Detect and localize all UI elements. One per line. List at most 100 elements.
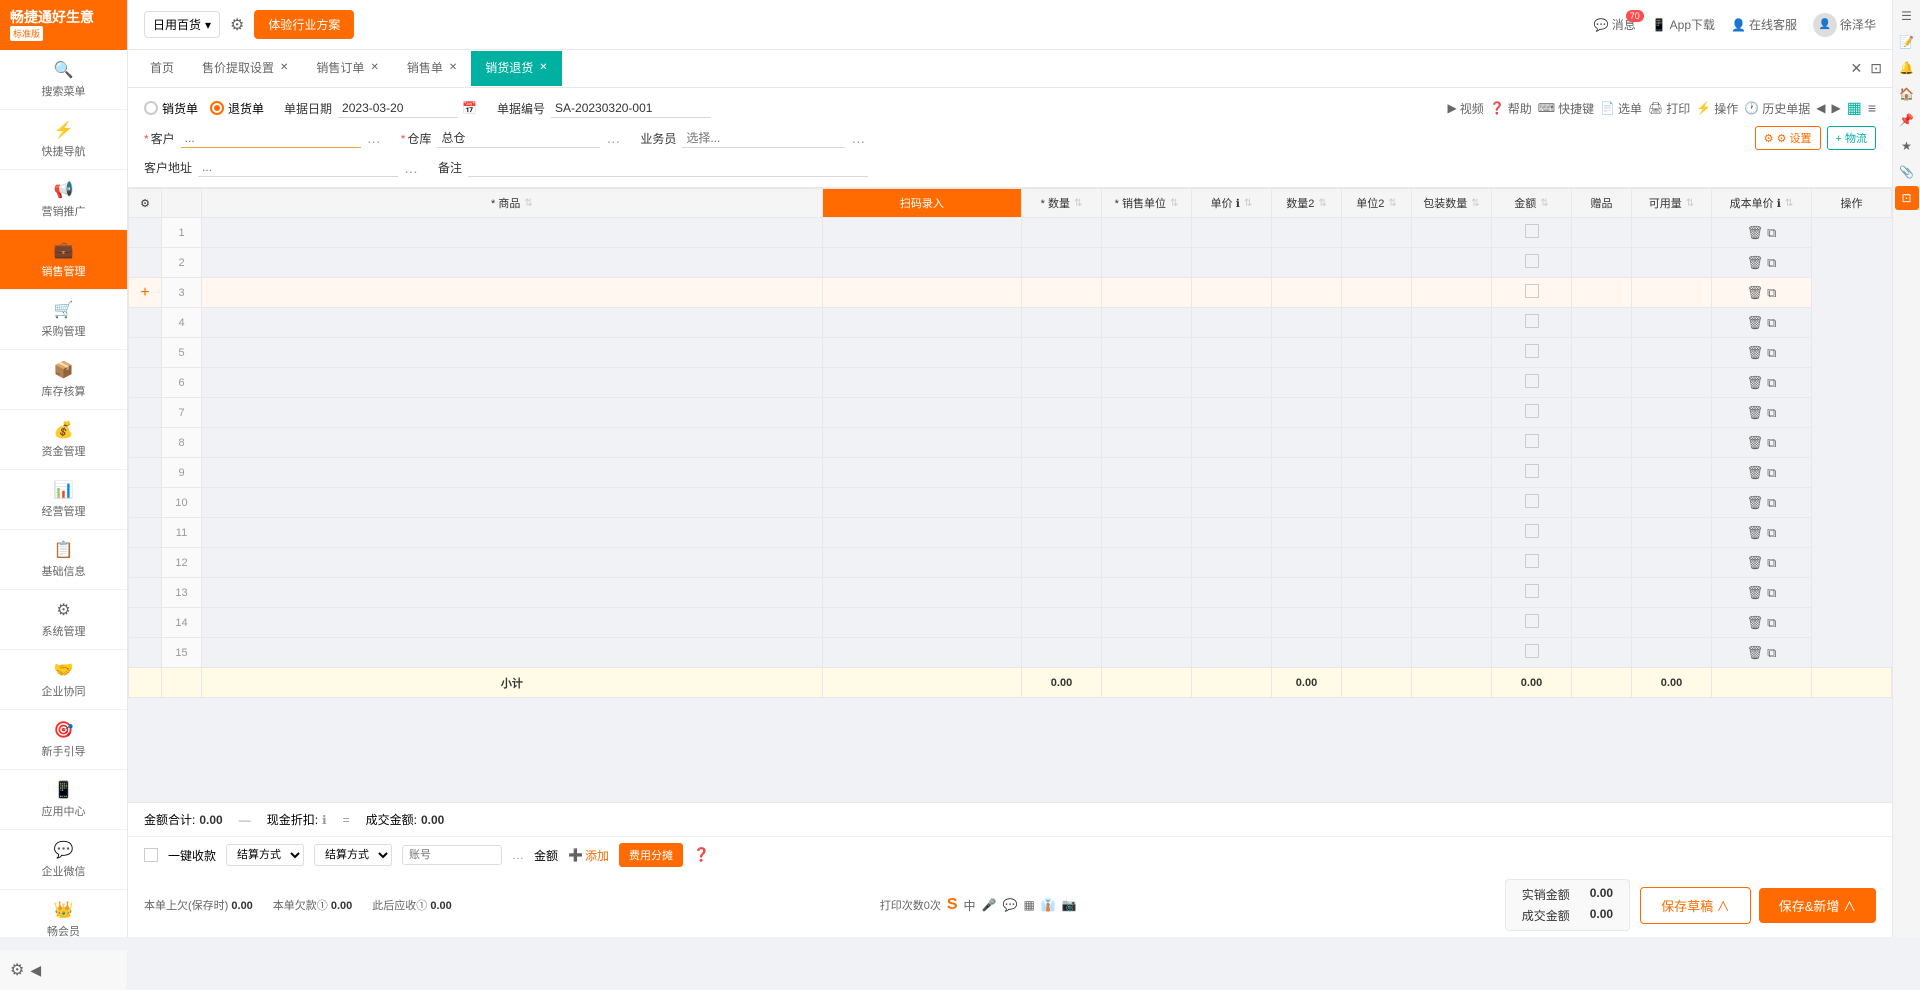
product-cell[interactable] <box>202 428 823 458</box>
unit2-cell[interactable] <box>1272 638 1342 668</box>
price-cell[interactable] <box>1102 518 1192 548</box>
qty-cell[interactable] <box>822 308 1021 338</box>
unit2-cell[interactable] <box>1272 338 1342 368</box>
delete-row-button[interactable]: 🗑 <box>1747 225 1764 241</box>
product-cell[interactable] <box>202 458 823 488</box>
cost-price-cell[interactable] <box>1632 608 1712 638</box>
gift-cell[interactable] <box>1492 458 1572 488</box>
copy-row-button[interactable]: ⧉ <box>1767 345 1776 361</box>
grid-view-icon[interactable]: ▦ <box>1847 98 1862 118</box>
help-button[interactable]: ❓ 帮助 <box>1490 100 1532 117</box>
right-bar-btn-6[interactable]: ★ <box>1895 134 1919 158</box>
cost-price-cell[interactable] <box>1632 338 1712 368</box>
gift-cell[interactable] <box>1492 338 1572 368</box>
sales-unit-cell[interactable] <box>1022 578 1102 608</box>
price-cell[interactable] <box>1102 248 1192 278</box>
gift-cell[interactable] <box>1492 278 1572 308</box>
copy-row-button[interactable]: ⧉ <box>1767 435 1776 451</box>
delete-row-button[interactable]: 🗑 <box>1747 375 1764 391</box>
pack-qty-cell[interactable] <box>1342 518 1412 548</box>
sidebar-item-basic-info[interactable]: 📋 基础信息 <box>0 530 127 590</box>
prev-record-icon[interactable]: ◀ <box>1816 101 1825 115</box>
available-cell[interactable] <box>1572 398 1632 428</box>
print-button[interactable]: 🖨 打印 <box>1648 100 1690 117</box>
unit2-cell[interactable] <box>1272 548 1342 578</box>
pack-qty-cell[interactable] <box>1342 308 1412 338</box>
qty2-cell[interactable] <box>1192 488 1272 518</box>
customer-select-icon[interactable]: … <box>367 130 381 146</box>
qty2-cell[interactable] <box>1192 458 1272 488</box>
gift-checkbox[interactable] <box>1525 314 1539 328</box>
unit2-cell[interactable] <box>1272 578 1342 608</box>
delete-row-button[interactable]: 🗑 <box>1747 345 1764 361</box>
unit2-cell[interactable] <box>1272 518 1342 548</box>
delete-row-button[interactable]: 🗑 <box>1747 255 1764 271</box>
warehouse-input[interactable] <box>437 129 600 148</box>
qty-cell[interactable] <box>822 218 1021 248</box>
cost-price-cell[interactable] <box>1632 578 1712 608</box>
amount-cell[interactable] <box>1412 428 1492 458</box>
sidebar-item-sales[interactable]: 💼 销售管理 <box>0 230 127 290</box>
sales-unit-cell[interactable] <box>1022 608 1102 638</box>
qty-cell[interactable] <box>822 428 1021 458</box>
product-cell[interactable] <box>202 308 823 338</box>
payment-method-select[interactable]: 结算方式 <box>226 844 304 866</box>
pack-qty-cell[interactable] <box>1342 548 1412 578</box>
product-cell[interactable] <box>202 218 823 248</box>
amount-cell[interactable] <box>1412 608 1492 638</box>
price-cell[interactable] <box>1102 218 1192 248</box>
shortcut-button[interactable]: ⌨ 快捷键 <box>1538 100 1594 117</box>
sales-unit-cell[interactable] <box>1022 428 1102 458</box>
gift-checkbox[interactable] <box>1525 344 1539 358</box>
gift-checkbox[interactable] <box>1525 254 1539 268</box>
delete-row-button[interactable]: 🗑 <box>1747 435 1764 451</box>
amount-cell[interactable] <box>1412 398 1492 428</box>
available-cell[interactable] <box>1572 578 1632 608</box>
amount-cell[interactable] <box>1412 638 1492 668</box>
salesperson-select-icon[interactable]: … <box>851 130 865 146</box>
video-button[interactable]: ▶ 视频 <box>1448 100 1484 117</box>
industry-select[interactable]: 日用百货 ▾ <box>144 11 220 38</box>
gift-cell[interactable] <box>1492 368 1572 398</box>
amount-cell[interactable] <box>1412 368 1492 398</box>
tab-sales-delivery[interactable]: 销售单 ✕ <box>393 51 471 86</box>
th-product[interactable]: * 商品 ⇅ <box>202 189 823 218</box>
available-cell[interactable] <box>1572 218 1632 248</box>
sales-unit-cell[interactable] <box>1022 308 1102 338</box>
available-cell[interactable] <box>1572 458 1632 488</box>
sales-unit-cell[interactable] <box>1022 218 1102 248</box>
account-select[interactable]: 结算方式 <box>314 844 392 866</box>
sales-unit-cell[interactable] <box>1022 278 1102 308</box>
logistics-button[interactable]: + 物流 <box>1827 126 1876 150</box>
tab-close-window-button[interactable]: ✕ <box>1849 58 1865 79</box>
th-qty[interactable]: * 数量 ⇅ <box>1022 189 1102 218</box>
right-bar-btn-5[interactable]: 📌 <box>1895 108 1919 132</box>
amount-cell[interactable] <box>1412 248 1492 278</box>
sidebar-item-app-center[interactable]: 📱 应用中心 <box>0 770 127 830</box>
fee-help-button[interactable]: ❓ <box>693 847 710 863</box>
gift-cell[interactable] <box>1492 638 1572 668</box>
right-bar-btn-8[interactable]: ⊡ <box>1895 186 1919 210</box>
toolbar-chat-icon[interactable]: 💬 <box>1003 898 1018 912</box>
unit2-cell[interactable] <box>1272 218 1342 248</box>
list-view-icon[interactable]: ≡ <box>1868 100 1876 116</box>
sidebar-item-guide[interactable]: 🎯 新手引导 <box>0 710 127 770</box>
gift-checkbox[interactable] <box>1525 224 1539 238</box>
sidebar-item-enterprise[interactable]: 🤝 企业协同 <box>0 650 127 710</box>
price-cell[interactable] <box>1102 488 1192 518</box>
next-record-icon[interactable]: ▶ <box>1831 101 1840 115</box>
right-bar-btn-2[interactable]: 📝 <box>1895 30 1919 54</box>
sidebar-item-inventory[interactable]: 📦 库存核算 <box>0 350 127 410</box>
qty-cell[interactable] <box>822 278 1021 308</box>
sales-unit-cell[interactable] <box>1022 548 1102 578</box>
gift-checkbox[interactable] <box>1525 554 1539 568</box>
sales-unit-cell[interactable] <box>1022 368 1102 398</box>
copy-row-button[interactable]: ⧉ <box>1767 285 1776 301</box>
available-cell[interactable] <box>1572 278 1632 308</box>
th-gear[interactable]: ⚙ <box>129 189 162 218</box>
copy-row-button[interactable]: ⧉ <box>1767 645 1776 661</box>
sidebar-item-shortcut[interactable]: ⚡ 快捷导航 <box>0 110 127 170</box>
sales-unit-cell[interactable] <box>1022 488 1102 518</box>
date-input[interactable]: 2023-03-20 <box>338 99 458 118</box>
qty-cell[interactable] <box>822 548 1021 578</box>
